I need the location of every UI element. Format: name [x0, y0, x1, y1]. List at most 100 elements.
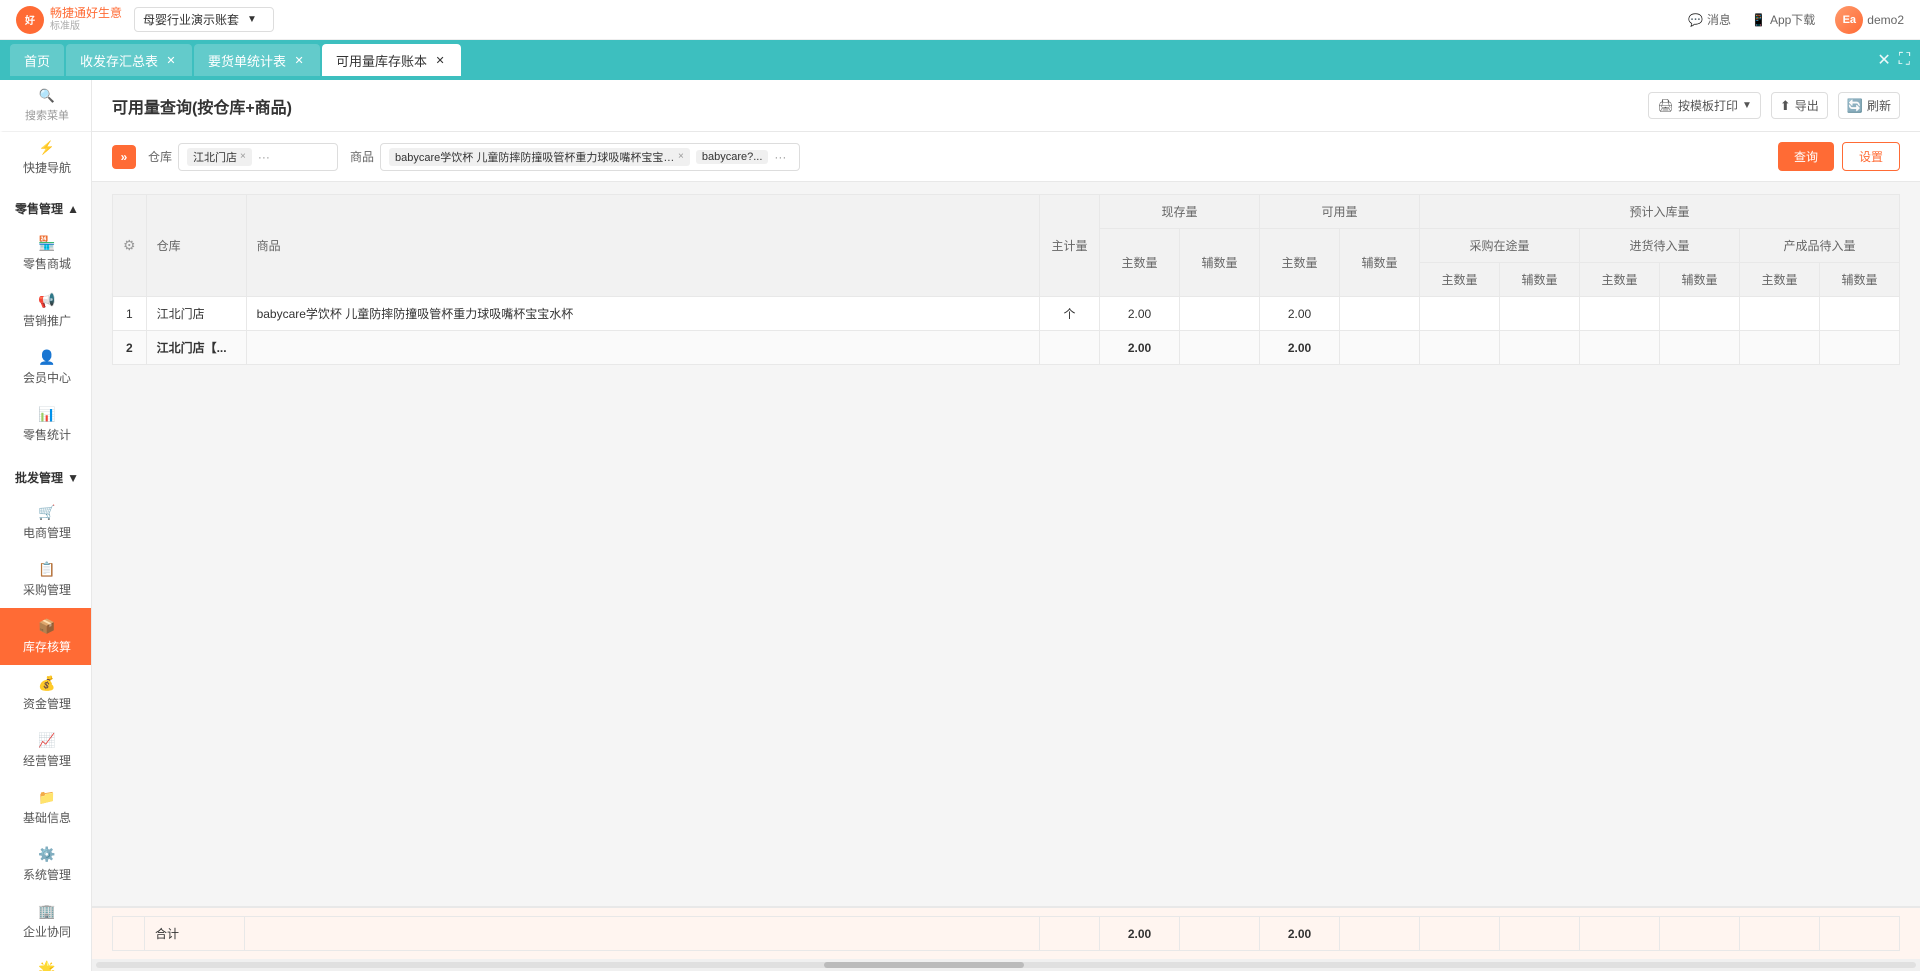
summary-available-aux [1340, 917, 1420, 951]
summary-current-aux [1180, 917, 1260, 951]
refresh-icon: 🔄 [1847, 98, 1863, 114]
group-row-current-aux [1180, 331, 1260, 365]
tab-receivable-label: 收发存汇总表 [80, 51, 158, 70]
sidebar-item-retail-stats[interactable]: 📊 零售统计 [0, 396, 91, 453]
summary-unit-col [1040, 917, 1100, 951]
col-purchase-main-header: 主数量 [1420, 263, 1500, 297]
sidebar-item-enterprise[interactable]: 🏢 企业协同 [0, 893, 91, 950]
tab-available-stock-close[interactable]: ✕ [433, 53, 447, 67]
sidebar-item-finance[interactable]: 💰 资金管理 [0, 665, 91, 722]
sidebar-item-basic-info[interactable]: 📁 基础信息 [0, 779, 91, 836]
sidebar-quick-nav[interactable]: ⚡ 快捷导航 [0, 132, 91, 184]
group-row-warehouse: 江北门店【... [146, 331, 246, 365]
col-planned-header: 预计入库量 [1420, 195, 1900, 229]
refresh-btn[interactable]: 🔄 刷新 [1838, 92, 1900, 119]
logo-icon: 好 [16, 6, 44, 34]
row-production-aux-1 [1820, 297, 1900, 331]
sidebar-item-inventory[interactable]: 📦 库存核算 [0, 608, 91, 665]
sidebar-item-member-center[interactable]: 👤 会员中心 [0, 339, 91, 396]
sidebar-item-new-guide[interactable]: 🌟 新手引导 [0, 950, 91, 971]
system-icon: ⚙️ [38, 846, 55, 863]
sidebar-item-purchase[interactable]: 📋 采购管理 [0, 551, 91, 608]
member-icon: 👤 [38, 349, 55, 366]
tab-receivable[interactable]: 收发存汇总表 ✕ [66, 44, 192, 76]
warehouse-tag: 江北门店 × [187, 148, 252, 166]
warehouse-ellipsis[interactable]: ··· [258, 150, 270, 164]
avatar: Ea [1835, 6, 1863, 34]
settings-btn[interactable]: 设置 [1842, 142, 1900, 171]
tab-order-stats[interactable]: 要货单统计表 ✕ [194, 44, 320, 76]
marketing-icon: 📢 [38, 292, 55, 309]
summary-p6 [1820, 917, 1900, 951]
print-btn[interactable]: 🖨 按模板打印 ▼ [1648, 92, 1760, 119]
col-production-pending-header: 产成品待入量 [1740, 229, 1900, 263]
group-row-inbound-aux [1660, 331, 1740, 365]
product-input[interactable]: babycare学饮杯 儿童防摔防撞吸管杯重力球吸嘴杯宝宝水杯 × babyca… [380, 143, 800, 171]
page-header: 可用量查询(按仓库+商品) 🖨 按模板打印 ▼ ⬆ 导出 🔄 刷新 [92, 80, 1920, 132]
warehouse-input[interactable]: 江北门店 × ··· [178, 143, 338, 171]
top-bar: 好 畅捷通好生意 标准版 母婴行业演示账套 ▼ 💬 消息 📱 App下载 Ea … [0, 0, 1920, 40]
row-inbound-main-1 [1580, 297, 1660, 331]
summary-available-main: 2.00 [1260, 917, 1340, 951]
sidebar-item-retail-mall[interactable]: 🏪 零售商城 [0, 225, 91, 282]
user-menu[interactable]: Ea demo2 [1835, 6, 1904, 34]
tab-bar: 首页 收发存汇总表 ✕ 要货单统计表 ✕ 可用量库存账本 ✕ ✕ ⛶ [0, 40, 1920, 80]
chevron-icon: ▲ [67, 202, 79, 216]
sidebar-item-operations[interactable]: 📈 经营管理 [0, 722, 91, 779]
product-ellipsis[interactable]: ··· [774, 150, 786, 164]
group-row-purchase-main [1420, 331, 1500, 365]
sidebar-item-wholesale-mgmt[interactable]: 批发管理 ▼ [0, 461, 91, 494]
summary-p5 [1740, 917, 1820, 951]
tab-expand-btn[interactable]: ⛶ [1899, 51, 1910, 69]
row-unit-1: 个 [1040, 297, 1100, 331]
scroll-thumb[interactable] [824, 962, 1024, 968]
tab-home-label: 首页 [24, 51, 50, 70]
tab-home[interactable]: 首页 [10, 44, 64, 76]
top-bar-right: 💬 消息 📱 App下载 Ea demo2 [1688, 6, 1904, 34]
purchase-icon: 📋 [38, 561, 55, 578]
top-bar-left: 好 畅捷通好生意 标准版 母婴行业演示账套 ▼ [16, 6, 274, 34]
product-tag-1: babycare学饮杯 儿童防摔防撞吸管杯重力球吸嘴杯宝宝水杯 × [389, 148, 690, 166]
tab-available-stock[interactable]: 可用量库存账本 ✕ [322, 44, 461, 76]
product-tag-1-close[interactable]: × [678, 151, 684, 162]
query-btn[interactable]: 查询 [1778, 142, 1834, 171]
finance-icon: 💰 [38, 675, 55, 692]
sidebar-search[interactable]: 🔍 搜索菜单 [0, 80, 91, 132]
tab-order-stats-label: 要货单统计表 [208, 51, 286, 70]
print-dropdown-icon: ▼ [1742, 100, 1752, 111]
message-btn[interactable]: 💬 消息 [1688, 11, 1731, 28]
col-settings-header: ⚙ [113, 195, 147, 297]
col-available-aux-header: 辅数量 [1340, 229, 1420, 297]
export-btn[interactable]: ⬆ 导出 [1771, 92, 1828, 119]
row-product-1: babycare学饮杯 儿童防摔防撞吸管杯重力球吸嘴杯宝宝水杯 [246, 297, 1039, 331]
col-production-aux-header: 辅数量 [1820, 263, 1900, 297]
summary-p2 [1500, 917, 1580, 951]
sidebar-item-retail-mgmt[interactable]: 零售管理 ▲ [0, 192, 91, 225]
col-available-header: 可用量 [1260, 195, 1420, 229]
settings-icon[interactable]: ⚙ [123, 237, 136, 253]
col-product-header: 商品 [246, 195, 1039, 297]
tab-receivable-close[interactable]: ✕ [164, 53, 178, 67]
chevron-icon-2: ▼ [67, 471, 79, 485]
chevron-down-icon: ▼ [247, 14, 257, 25]
warehouse-filter: 仓库 江北门店 × ··· [148, 143, 338, 171]
sidebar-item-ecommerce[interactable]: 🛒 电商管理 [0, 494, 91, 551]
export-icon: ⬆ [1780, 98, 1791, 114]
org-selector[interactable]: 母婴行业演示账套 ▼ [134, 7, 274, 32]
row-inbound-aux-1 [1660, 297, 1740, 331]
sidebar-item-marketing[interactable]: 📢 营销推广 [0, 282, 91, 339]
table-container[interactable]: ⚙ 仓库 商品 主计量 现存量 可用量 预计入库量 主数量 辅数量 主数量 辅数… [92, 182, 1920, 906]
tab-order-stats-close[interactable]: ✕ [292, 53, 306, 67]
app-download-btn[interactable]: 📱 App下载 [1751, 11, 1815, 28]
filter-expand-btn[interactable]: » [112, 145, 136, 169]
group-row-production-main [1740, 331, 1820, 365]
horizontal-scrollbar[interactable] [92, 959, 1920, 971]
scroll-track [96, 962, 1916, 968]
filter-bar: » 仓库 江北门店 × ··· 商品 babycare学饮杯 儿童防摔防撞吸管杯… [92, 132, 1920, 182]
warehouse-tag-close[interactable]: × [240, 151, 246, 162]
sidebar-item-system[interactable]: ⚙️ 系统管理 [0, 836, 91, 893]
table-footer: 合计 2.00 2.00 [92, 906, 1920, 959]
tab-close-all-btn[interactable]: ✕ [1877, 50, 1890, 70]
summary-current-main: 2.00 [1100, 917, 1180, 951]
group-row-available-main: 2.00 [1260, 331, 1340, 365]
